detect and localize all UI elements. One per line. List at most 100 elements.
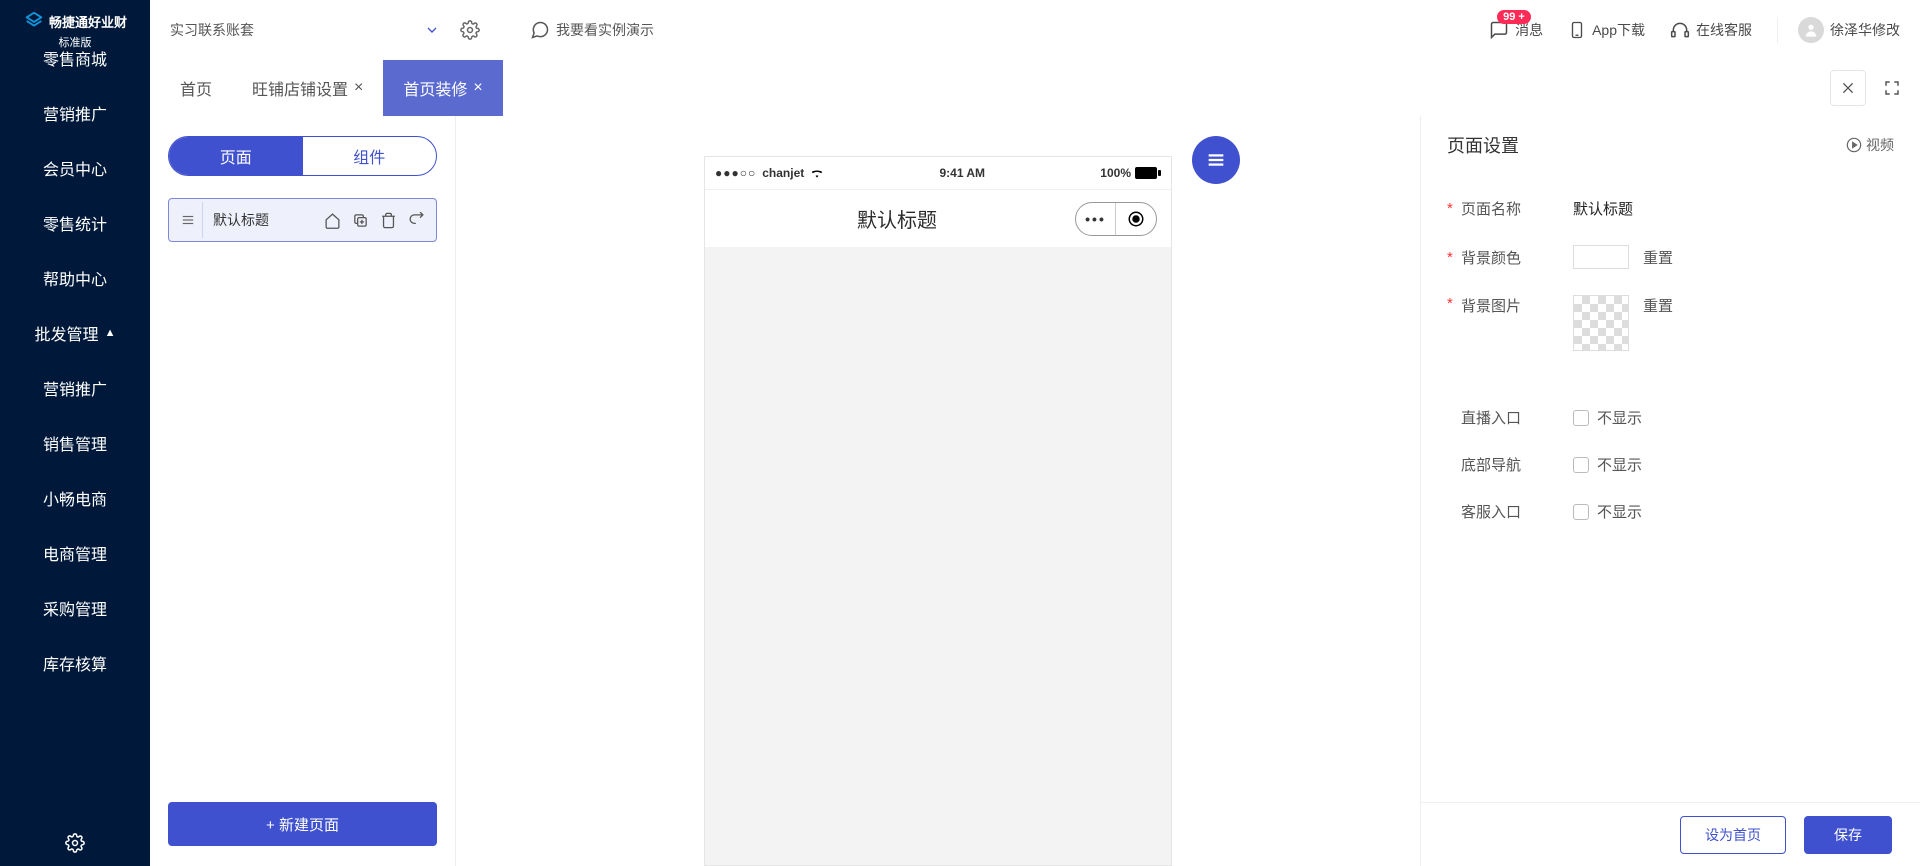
tabs-row: 首页 旺铺店铺设置 × 首页装修 ×	[150, 60, 1920, 116]
close-icon[interactable]: ×	[354, 79, 363, 97]
app-download-button[interactable]: App下载	[1568, 20, 1645, 40]
drag-handle-icon[interactable]	[173, 202, 203, 238]
value-page-name[interactable]: 默认标题	[1573, 198, 1633, 219]
reset-bg-color[interactable]: 重置	[1643, 247, 1673, 268]
signal-icon: ●●●○○	[715, 166, 756, 180]
phone-nav-bar: 默认标题 •••	[705, 189, 1171, 247]
row-bottom-nav: 底部导航 不显示	[1447, 454, 1894, 475]
messages-button[interactable]: 99 + 消息	[1489, 20, 1543, 40]
export-icon[interactable]	[408, 212, 432, 229]
center-preview: ●●●○○ chanjet 9:41 AM 100% 默认标题	[456, 116, 1420, 866]
delete-icon[interactable]	[380, 212, 404, 229]
nav-item-purchase[interactable]: 采购管理	[0, 580, 150, 635]
headset-icon	[1670, 20, 1690, 40]
time-label: 9:41 AM	[824, 166, 1100, 180]
nav-item-marketing-2[interactable]: 营销推广	[0, 360, 150, 415]
demo-link-label: 我要看实例演示	[556, 20, 654, 40]
tab-home[interactable]: 首页	[160, 60, 232, 116]
components-fab[interactable]	[1192, 136, 1240, 184]
right-panel-header: 页面设置 视频	[1421, 116, 1920, 174]
fullscreen-button[interactable]	[1874, 70, 1910, 106]
more-icon[interactable]: •••	[1076, 203, 1116, 235]
settings-button[interactable]	[460, 20, 500, 40]
target-icon[interactable]	[1116, 203, 1156, 235]
user-name: 徐泽华修改	[1830, 20, 1900, 40]
mini-program-controls: •••	[1075, 202, 1157, 236]
nav-item-retail-mall[interactable]: 零售商城	[0, 30, 150, 85]
nav-item-sales[interactable]: 销售管理	[0, 415, 150, 470]
nav-item-marketing[interactable]: 营销推广	[0, 85, 150, 140]
messages-badge: 99 +	[1497, 10, 1531, 24]
segment-page[interactable]: 页面	[169, 137, 303, 175]
brand-name: 畅捷通好业财	[49, 12, 127, 31]
label-page-name: 页面名称	[1461, 198, 1545, 219]
right-panel-footer: 设为首页 保存	[1421, 802, 1920, 866]
nav-item-inventory[interactable]: 库存核算	[0, 635, 150, 690]
chat-icon	[530, 20, 550, 40]
home-icon[interactable]	[324, 212, 348, 229]
label-live: 直播入口	[1461, 407, 1545, 428]
save-button[interactable]: 保存	[1804, 816, 1892, 854]
hide-text: 不显示	[1597, 407, 1642, 428]
right-area: 首页 旺铺店铺设置 × 首页装修 ×	[150, 60, 1920, 866]
online-cs-button[interactable]: 在线客服	[1670, 20, 1752, 40]
hide-text: 不显示	[1597, 454, 1642, 475]
close-icon[interactable]: ×	[473, 79, 482, 97]
copy-icon[interactable]	[352, 212, 376, 229]
checkbox-bottom-nav[interactable]	[1573, 457, 1589, 473]
app-download-label: App下载	[1592, 20, 1645, 40]
phone-icon	[1568, 20, 1586, 40]
battery-icon	[1135, 167, 1161, 179]
image-swatch[interactable]	[1573, 295, 1629, 351]
checkbox-cs[interactable]	[1573, 504, 1589, 520]
battery-label: 100%	[1100, 166, 1131, 180]
user-menu[interactable]: 徐泽华修改	[1777, 17, 1900, 43]
nav-item-help[interactable]: 帮助中心	[0, 250, 150, 305]
left-panel: 页面 组件 默认标题 + 新建页面	[150, 116, 456, 866]
color-swatch[interactable]	[1573, 245, 1629, 269]
avatar	[1798, 17, 1824, 43]
reset-bg-image[interactable]: 重置	[1643, 295, 1673, 316]
tab-home-decorate[interactable]: 首页装修 ×	[383, 60, 502, 116]
nav-settings-button[interactable]	[0, 820, 150, 866]
row-bg-image: * 背景图片 重置	[1447, 295, 1894, 351]
right-panel-title: 页面设置	[1447, 132, 1519, 158]
nav-item-ecom-mgmt[interactable]: 电商管理	[0, 525, 150, 580]
hide-text: 不显示	[1597, 501, 1642, 522]
checkbox-live[interactable]	[1573, 410, 1589, 426]
tab-shop-settings[interactable]: 旺铺店铺设置 ×	[232, 60, 383, 116]
nav-item-xiaochang[interactable]: 小畅电商	[0, 470, 150, 525]
workspace: 页面 组件 默认标题 + 新建页面	[150, 116, 1920, 866]
label-bg-color: 背景颜色	[1461, 247, 1545, 268]
account-selector[interactable]: 实习联系账套	[150, 0, 460, 60]
nav-item-wholesale[interactable]: 批发管理 ▲	[0, 305, 150, 360]
main-shell: 零售商城 营销推广 会员中心 零售统计 帮助中心 批发管理 ▲ 营销推广 销售管…	[0, 60, 1920, 866]
online-cs-label: 在线客服	[1696, 20, 1752, 40]
set-home-button[interactable]: 设为首页	[1680, 816, 1786, 854]
chevron-down-icon	[424, 22, 440, 38]
row-page-name: * 页面名称 默认标题	[1447, 198, 1894, 219]
page-list-item[interactable]: 默认标题	[168, 198, 437, 242]
video-link[interactable]: 视频	[1846, 135, 1894, 155]
left-nav: 零售商城 营销推广 会员中心 零售统计 帮助中心 批发管理 ▲ 营销推广 销售管…	[0, 60, 150, 866]
nav-item-member[interactable]: 会员中心	[0, 140, 150, 195]
page-name: 默认标题	[207, 210, 320, 230]
right-panel: 页面设置 视频 * 页面名称 默认标题 * 背景颜色	[1420, 116, 1920, 866]
label-bottom-nav: 底部导航	[1461, 454, 1545, 475]
topbar: 畅捷通好业财 标准版 实习联系账套 我要看实例演示 99 + 消息 App下载	[0, 0, 1920, 60]
new-page-button[interactable]: + 新建页面	[168, 802, 437, 846]
segment-component[interactable]: 组件	[303, 137, 437, 175]
caret-up-icon: ▲	[105, 327, 116, 339]
nav-item-retail-stats[interactable]: 零售统计	[0, 195, 150, 250]
close-all-button[interactable]	[1830, 70, 1866, 106]
phone-preview: ●●●○○ chanjet 9:41 AM 100% 默认标题	[704, 156, 1172, 866]
wifi-icon	[810, 166, 824, 180]
carrier-label: chanjet	[762, 166, 804, 180]
segment-control: 页面 组件	[168, 136, 437, 176]
row-cs: 客服入口 不显示	[1447, 501, 1894, 522]
account-selector-label: 实习联系账套	[170, 20, 254, 40]
label-cs: 客服入口	[1461, 501, 1545, 522]
row-live: 直播入口 不显示	[1447, 407, 1894, 428]
demo-link[interactable]: 我要看实例演示	[530, 20, 654, 40]
row-bg-color: * 背景颜色 重置	[1447, 245, 1894, 269]
